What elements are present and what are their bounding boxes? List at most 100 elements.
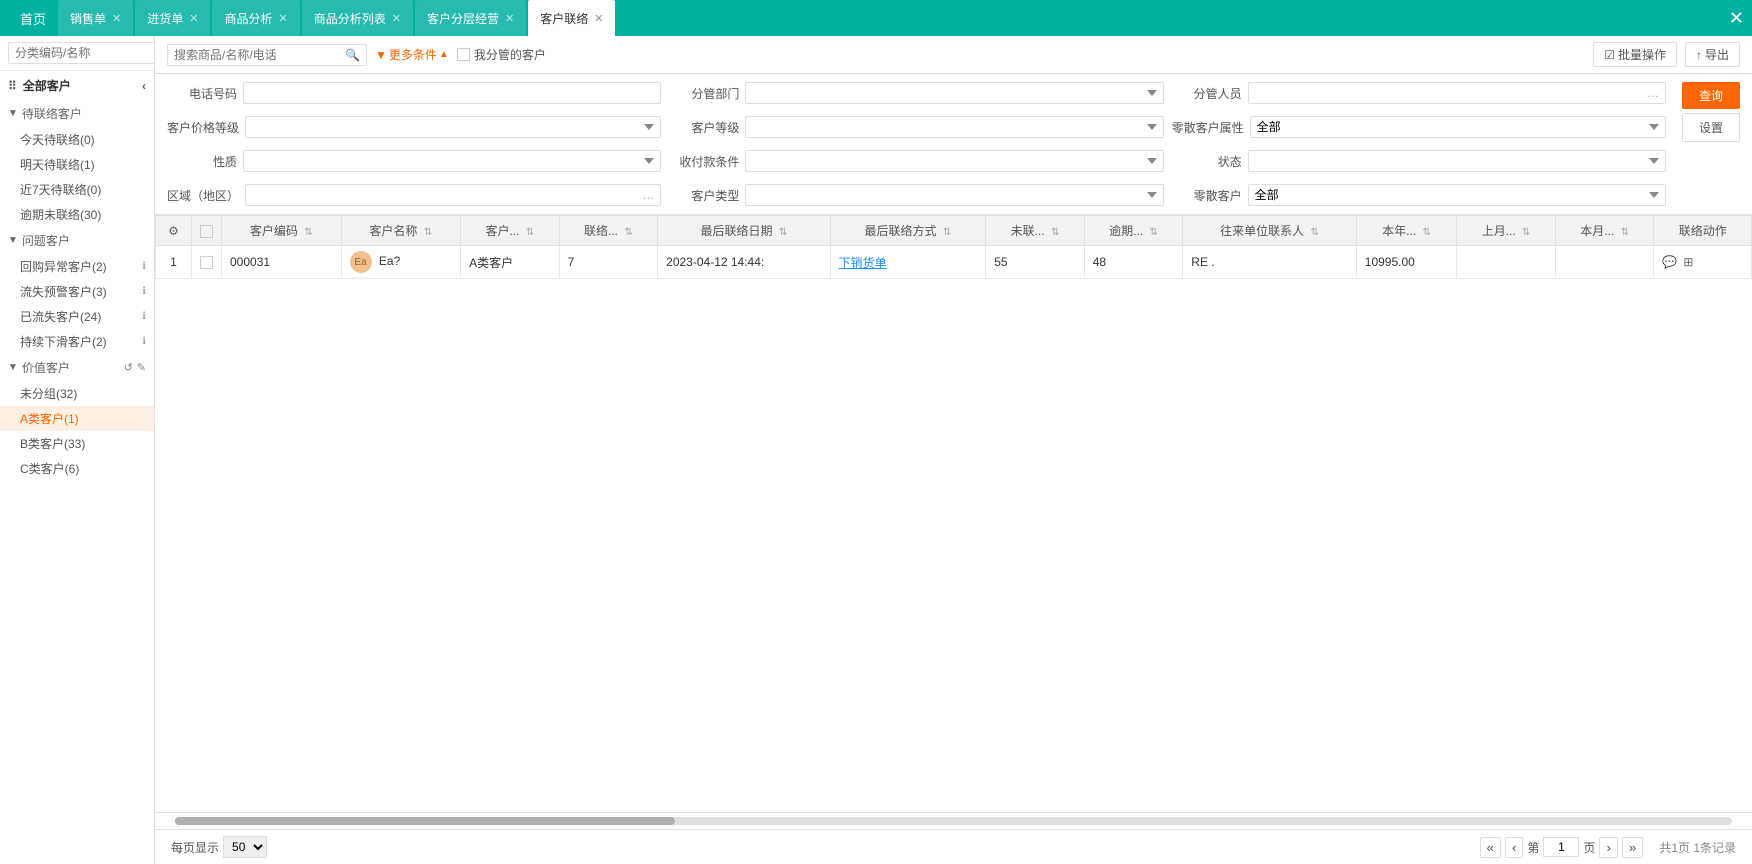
tab-sales-order[interactable]: 销售单 ✕ [58, 0, 133, 36]
close-icon[interactable]: ✕ [279, 12, 288, 25]
close-icon[interactable]: ✕ [594, 12, 603, 25]
sidebar-item-ungrouped[interactable]: 未分组(32) [0, 381, 154, 406]
filter-nature-select[interactable] [243, 150, 661, 172]
col-name[interactable]: 客户名称 ⇅ [341, 216, 461, 246]
sort-icon[interactable]: ⇅ [424, 227, 432, 238]
batch-operation-button[interactable]: ☑ 批量操作 [1593, 42, 1677, 67]
sidebar-item-loss-warning[interactable]: 流失预警客户(3) ℹ [0, 279, 154, 304]
col-uncontacted[interactable]: 未联... ⇅ [986, 216, 1085, 246]
col-code[interactable]: 客户编码 ⇅ [222, 216, 342, 246]
sort-icon[interactable]: ⇅ [943, 227, 951, 238]
close-icon[interactable]: ✕ [505, 12, 514, 25]
sidebar-item-7days-pending[interactable]: 近7天待联络(0) [0, 177, 154, 202]
close-icon[interactable]: ✕ [189, 12, 198, 25]
sidebar-item-declining[interactable]: 持续下滑客户(2) ℹ [0, 329, 154, 354]
filter-region-input[interactable]: … [245, 184, 661, 206]
sidebar-item-c-class[interactable]: C类客户(6) [0, 456, 154, 481]
close-icon[interactable]: ✕ [392, 12, 401, 25]
col-level[interactable]: 客户... ⇅ [461, 216, 560, 246]
my-customers-checkbox[interactable]: 我分管的客户 [457, 46, 546, 63]
filter-phone-input[interactable] [243, 82, 661, 104]
window-close-button[interactable]: ✕ [1729, 8, 1744, 28]
info-icon[interactable]: ℹ [142, 286, 146, 297]
link-icon[interactable]: ⊞ [1683, 255, 1693, 269]
filter-price-level-select[interactable] [245, 116, 661, 138]
sidebar-item-a-class[interactable]: A类客户(1) [0, 406, 154, 431]
filter-search-input[interactable] [174, 48, 345, 62]
first-page-button[interactable]: « [1480, 837, 1501, 858]
horizontal-scrollbar[interactable] [155, 812, 1752, 829]
scroll-thumb[interactable] [175, 817, 675, 825]
scroll-track[interactable] [175, 817, 1732, 825]
col-last-month-sales[interactable]: 上月... ⇅ [1457, 216, 1556, 246]
tab-product-analysis[interactable]: 商品分析 ✕ [212, 0, 299, 36]
filter-retail-attr-select[interactable]: 全部 [1250, 116, 1666, 138]
tab-purchase-order[interactable]: 进货单 ✕ [135, 0, 210, 36]
last-method-link[interactable]: 下销货单 [839, 256, 887, 270]
filter-customer-level-select[interactable] [745, 116, 1163, 138]
all-customers-item[interactable]: ⠿ 全部客户 ‹ [0, 71, 154, 100]
col-year-sales[interactable]: 本年... ⇅ [1356, 216, 1457, 246]
sidebar-search-input[interactable] [8, 42, 155, 64]
select-all-checkbox[interactable] [200, 225, 213, 238]
collapse-icon[interactable]: ‹ [142, 79, 146, 93]
filter-person-input[interactable]: … [1248, 82, 1666, 104]
filter-dept-select[interactable] [745, 82, 1163, 104]
tab-product-analysis-list[interactable]: 商品分析列表 ✕ [302, 0, 413, 36]
col-this-month-sales[interactable]: 本月... ⇅ [1555, 216, 1654, 246]
tab-customer-segment[interactable]: 客户分层经营 ✕ [415, 0, 526, 36]
sidebar-item-tomorrow-pending[interactable]: 明天待联络(1) [0, 152, 154, 177]
sort-icon[interactable]: ⇅ [1423, 227, 1431, 238]
sort-icon[interactable]: ⇅ [1621, 227, 1629, 238]
col-last-method[interactable]: 最后联络方式 ⇅ [830, 216, 986, 246]
problem-group-title[interactable]: ▼ 问题客户 [0, 227, 154, 254]
sidebar-item-lost-customers[interactable]: 已流失客户(24) ℹ [0, 304, 154, 329]
info-icon[interactable]: ℹ [142, 311, 146, 322]
close-icon[interactable]: ✕ [112, 12, 121, 25]
more-icon[interactable]: … [642, 188, 654, 202]
col-contact-person[interactable]: 往来单位联系人 ⇅ [1183, 216, 1357, 246]
tab-customer-contact[interactable]: 客户联络 ✕ [528, 0, 615, 36]
export-button[interactable]: ↑ 导出 [1685, 42, 1740, 67]
sort-icon[interactable]: ⇅ [1149, 227, 1157, 238]
filter-payment-select[interactable] [745, 150, 1163, 172]
info-icon[interactable]: ℹ [142, 261, 146, 272]
sort-icon[interactable]: ⇅ [624, 227, 632, 238]
next-page-button[interactable]: › [1599, 837, 1617, 858]
sort-icon[interactable]: ⇅ [526, 227, 534, 238]
sort-icon[interactable]: ⇅ [304, 227, 312, 238]
sort-icon[interactable]: ⇅ [1522, 227, 1530, 238]
refresh-icon[interactable]: ↺ [124, 361, 133, 374]
sidebar-item-today-pending[interactable]: 今天待联络(0) [0, 127, 154, 152]
page-size-select[interactable]: 50 [223, 836, 267, 858]
last-page-button[interactable]: » [1622, 837, 1643, 858]
row-checkbox[interactable] [200, 256, 213, 269]
settings-button[interactable]: 设置 [1682, 113, 1740, 142]
checkbox-icon[interactable] [457, 48, 470, 61]
sort-icon[interactable]: ⇅ [1311, 227, 1319, 238]
message-icon[interactable]: 💬 [1662, 255, 1677, 269]
home-tab[interactable]: 首页 [8, 9, 58, 28]
more-icon[interactable]: … [1647, 86, 1659, 100]
col-contact-count[interactable]: 联络... ⇅ [559, 216, 658, 246]
filter-customer-type-select[interactable] [745, 184, 1163, 206]
pending-group-title[interactable]: ▼ 待联络客户 [0, 100, 154, 127]
search-icon[interactable]: 🔍 [345, 48, 360, 62]
col-last-date[interactable]: 最后联络日期 ⇅ [658, 216, 831, 246]
page-number-input[interactable] [1543, 837, 1579, 857]
settings-icon[interactable]: ⚙ [168, 224, 179, 238]
sidebar-item-repurchase-abnormal[interactable]: 回购异常客户(2) ℹ [0, 254, 154, 279]
sort-icon[interactable]: ⇅ [779, 227, 787, 238]
info-icon[interactable]: ℹ [142, 336, 146, 347]
more-filters-button[interactable]: ▼ 更多条件 ▲ [375, 46, 449, 63]
value-group-title[interactable]: ▼ 价值客户 ↺ ✎ [0, 354, 154, 381]
query-button[interactable]: 查询 [1682, 82, 1740, 109]
sidebar-item-b-class[interactable]: B类客户(33) [0, 431, 154, 456]
filter-status-select[interactable] [1248, 150, 1666, 172]
edit-icon[interactable]: ✎ [137, 361, 146, 374]
sort-icon[interactable]: ⇅ [1051, 227, 1059, 238]
prev-page-button[interactable]: ‹ [1505, 837, 1523, 858]
col-overdue[interactable]: 逾期... ⇅ [1084, 216, 1183, 246]
filter-retail-select[interactable]: 全部 [1248, 184, 1666, 206]
sidebar-item-overdue-pending[interactable]: 逾期未联络(30) [0, 202, 154, 227]
